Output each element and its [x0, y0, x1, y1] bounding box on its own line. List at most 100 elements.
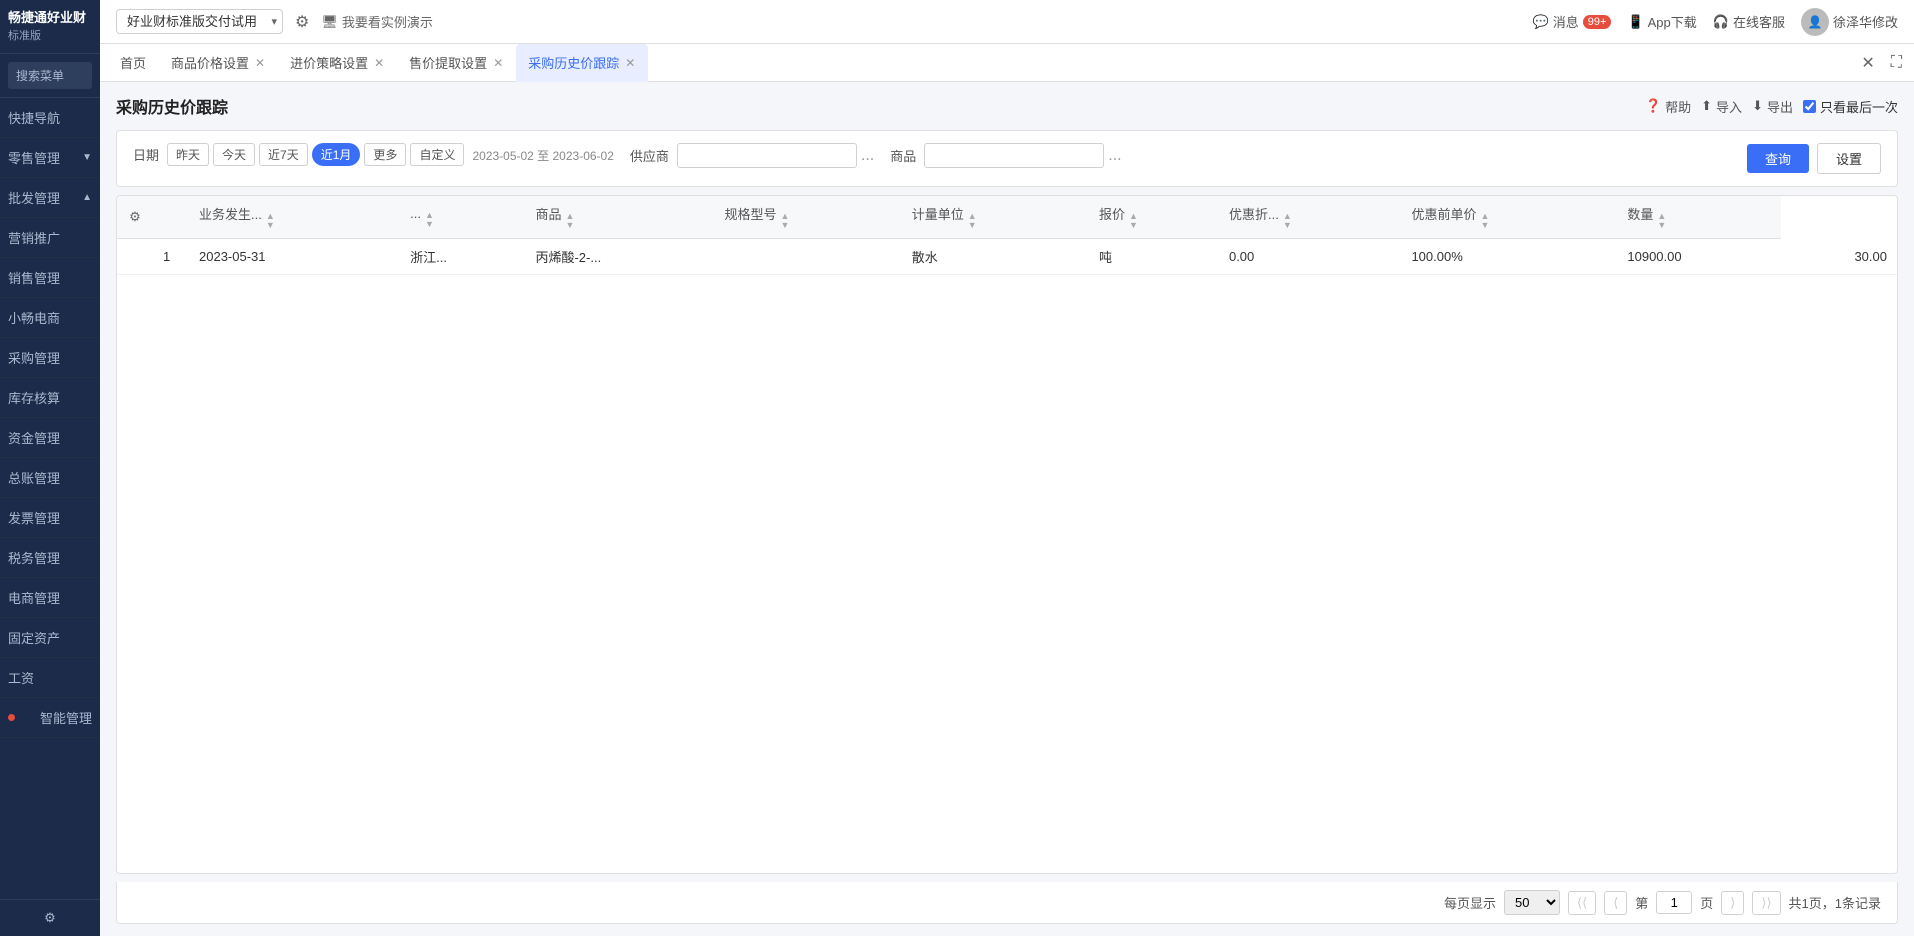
page-actions: ❓ 帮助 ⬆ 导入 ⬇ 导出 只看最后一次: [1645, 97, 1898, 116]
date-btn-custom[interactable]: 自定义: [410, 143, 464, 166]
date-btn-yesterday[interactable]: 昨天: [167, 143, 209, 166]
tabs-container: 首页商品价格设置✕进价策略设置✕售价提取设置✕采购历史价跟踪✕: [108, 44, 648, 82]
th-label-unit: 计量单位: [912, 207, 964, 222]
row-unit: 散水: [902, 239, 1089, 275]
date-btn-last7[interactable]: 近7天: [259, 143, 308, 166]
sort-icon-extra: ▲▼: [425, 211, 434, 229]
row-pre-discount: 100.00%: [1401, 239, 1617, 275]
help-icon: ❓: [1645, 98, 1661, 114]
service-label: 在线客服: [1733, 12, 1785, 31]
table-gear-icon[interactable]: ⚙: [129, 209, 141, 224]
tab-close-icon[interactable]: ✕: [255, 56, 265, 70]
version-select[interactable]: 好业财标准版交付试用: [116, 9, 283, 34]
next-page-button[interactable]: ⟩: [1721, 891, 1744, 915]
tab-close-icon[interactable]: ✕: [493, 56, 503, 70]
sidebar-item-inventory[interactable]: 库存核算: [0, 378, 100, 418]
search-menu-button[interactable]: 搜索菜单: [8, 62, 92, 89]
th-product[interactable]: 商品▲▼: [525, 196, 714, 239]
app-label: App下载: [1648, 12, 1697, 31]
sidebar-item-invoice[interactable]: 发票管理: [0, 498, 100, 538]
only-last-checkbox-label[interactable]: 只看最后一次: [1803, 97, 1898, 116]
product-dots-button[interactable]: ...: [1108, 147, 1121, 165]
date-btn-today[interactable]: 今天: [213, 143, 255, 166]
sidebar-search[interactable]: 搜索菜单: [0, 54, 100, 98]
last-page-button[interactable]: ⟩⟩: [1752, 891, 1780, 915]
th-discount[interactable]: 优惠折...▲▼: [1219, 196, 1401, 239]
settings-button[interactable]: 设置: [1817, 143, 1881, 174]
sidebar-logo: 畅捷通好业财 标准版: [0, 0, 100, 54]
tab-expand-button[interactable]: ⛶: [1887, 50, 1906, 76]
first-page-button[interactable]: ⟨⟨: [1568, 891, 1596, 915]
header-settings-icon[interactable]: ⚙: [291, 8, 313, 36]
sidebar-item-tax[interactable]: 税务管理: [0, 538, 100, 578]
sidebar-settings[interactable]: ⚙: [0, 899, 100, 936]
sidebar-item-wholesale[interactable]: 批发管理▲: [0, 178, 100, 218]
product-input[interactable]: [924, 143, 1104, 168]
import-button[interactable]: ⬆ 导入: [1701, 97, 1742, 116]
tab-close-icon[interactable]: ✕: [374, 56, 384, 70]
sidebar-item-label: 发票管理: [8, 508, 60, 527]
sort-icon-spec: ▲▼: [781, 212, 790, 230]
supplier-input[interactable]: [677, 143, 857, 168]
tab-sale-extract[interactable]: 售价提取设置✕: [397, 44, 516, 82]
tab-label: 进价策略设置: [290, 53, 368, 72]
import-icon: ⬆: [1701, 98, 1712, 114]
sidebar-item-sales[interactable]: 销售管理: [0, 258, 100, 298]
tab-bar: 首页商品价格设置✕进价策略设置✕售价提取设置✕采购历史价跟踪✕ ✕ ⛶: [100, 44, 1914, 82]
online-service-action[interactable]: 🎧 在线客服: [1713, 12, 1785, 31]
sort-icon-product: ▲▼: [565, 212, 574, 230]
th-spec[interactable]: 规格型号▲▼: [715, 196, 902, 239]
sidebar-item-assets[interactable]: 固定资产: [0, 618, 100, 658]
tab-label: 商品价格设置: [171, 53, 249, 72]
supplier-input-wrap: ...: [677, 143, 874, 168]
tab-purchase-history[interactable]: 采购历史价跟踪✕: [516, 44, 648, 82]
sidebar-item-smart[interactable]: 智能管理: [0, 698, 100, 738]
tab-close-button[interactable]: ✕: [1857, 49, 1878, 77]
date-label: 日期: [133, 145, 159, 164]
messages-action[interactable]: 💬 消息 99+: [1533, 12, 1612, 31]
sidebar-item-ecom-small[interactable]: 小畅电商: [0, 298, 100, 338]
date-btn-last1month[interactable]: 近1月: [312, 143, 361, 166]
top-header: 好业财标准版交付试用 ▾ ⚙ 🖥 我要看实例演示 💬 消息 99+ 📱 App下…: [100, 0, 1914, 44]
filter-actions: 查询 设置: [1747, 143, 1881, 174]
row-quote: 吨: [1089, 239, 1219, 275]
sidebar-item-retail[interactable]: 零售管理▼: [0, 138, 100, 178]
per-page-select[interactable]: 50 20 100: [1504, 890, 1560, 915]
th-pre_discount_price[interactable]: 优惠前单价▲▼: [1401, 196, 1617, 239]
export-button[interactable]: ⬇ 导出: [1752, 97, 1793, 116]
query-button[interactable]: 查询: [1747, 144, 1809, 173]
tab-purchase-strategy[interactable]: 进价策略设置 ✕: [278, 44, 397, 82]
th-quantity[interactable]: 数量▲▼: [1617, 196, 1781, 239]
product-label: 商品: [890, 146, 916, 165]
sidebar-item-marketing[interactable]: 营销推广: [0, 218, 100, 258]
tab-home[interactable]: 首页: [108, 44, 159, 82]
sidebar-item-finance[interactable]: 资金管理: [0, 418, 100, 458]
user-menu[interactable]: 👤 徐泽华修改: [1801, 8, 1898, 36]
supplier-dots-button[interactable]: ...: [861, 147, 874, 165]
sidebar-item-quick-nav[interactable]: 快捷导航: [0, 98, 100, 138]
sidebar-item-ecom[interactable]: 电商管理: [0, 578, 100, 618]
th-extra[interactable]: ...▲▼: [400, 196, 525, 239]
help-button[interactable]: ❓ 帮助: [1645, 97, 1691, 116]
page-title-bar: 采购历史价跟踪 ❓ 帮助 ⬆ 导入 ⬇ 导出 只看最后一次: [116, 94, 1898, 118]
version-select-wrap[interactable]: 好业财标准版交付试用 ▾: [116, 9, 283, 34]
th-unit[interactable]: 计量单位▲▼: [902, 196, 1089, 239]
sidebar-nav-list: 零售管理▼批发管理▲营销推广销售管理小畅电商采购管理库存核算资金管理总账管理发票…: [0, 138, 100, 738]
app-download-action[interactable]: 📱 App下载: [1627, 12, 1696, 31]
sidebar-logo-title: 畅捷通好业财: [8, 10, 86, 27]
sidebar-item-ledger[interactable]: 总账管理: [0, 458, 100, 498]
th-quote[interactable]: 报价▲▼: [1089, 196, 1219, 239]
demo-button[interactable]: 🖥 我要看实例演示: [321, 12, 433, 31]
page-input[interactable]: [1656, 891, 1692, 914]
prev-page-button[interactable]: ⟨: [1604, 891, 1627, 915]
sidebar-item-payroll[interactable]: 工资: [0, 658, 100, 698]
tab-price[interactable]: 商品价格设置 ✕: [159, 44, 278, 82]
gear-icon: ⚙: [44, 910, 56, 926]
avatar: 👤: [1801, 8, 1829, 36]
tab-close-icon[interactable]: ✕: [625, 56, 635, 70]
th-date[interactable]: 业务发生...▲▼: [189, 196, 400, 239]
sidebar-item-purchase[interactable]: 采购管理: [0, 338, 100, 378]
only-last-checkbox[interactable]: [1803, 100, 1816, 113]
only-last-label: 只看最后一次: [1820, 97, 1898, 116]
date-btn-more[interactable]: 更多: [364, 143, 406, 166]
